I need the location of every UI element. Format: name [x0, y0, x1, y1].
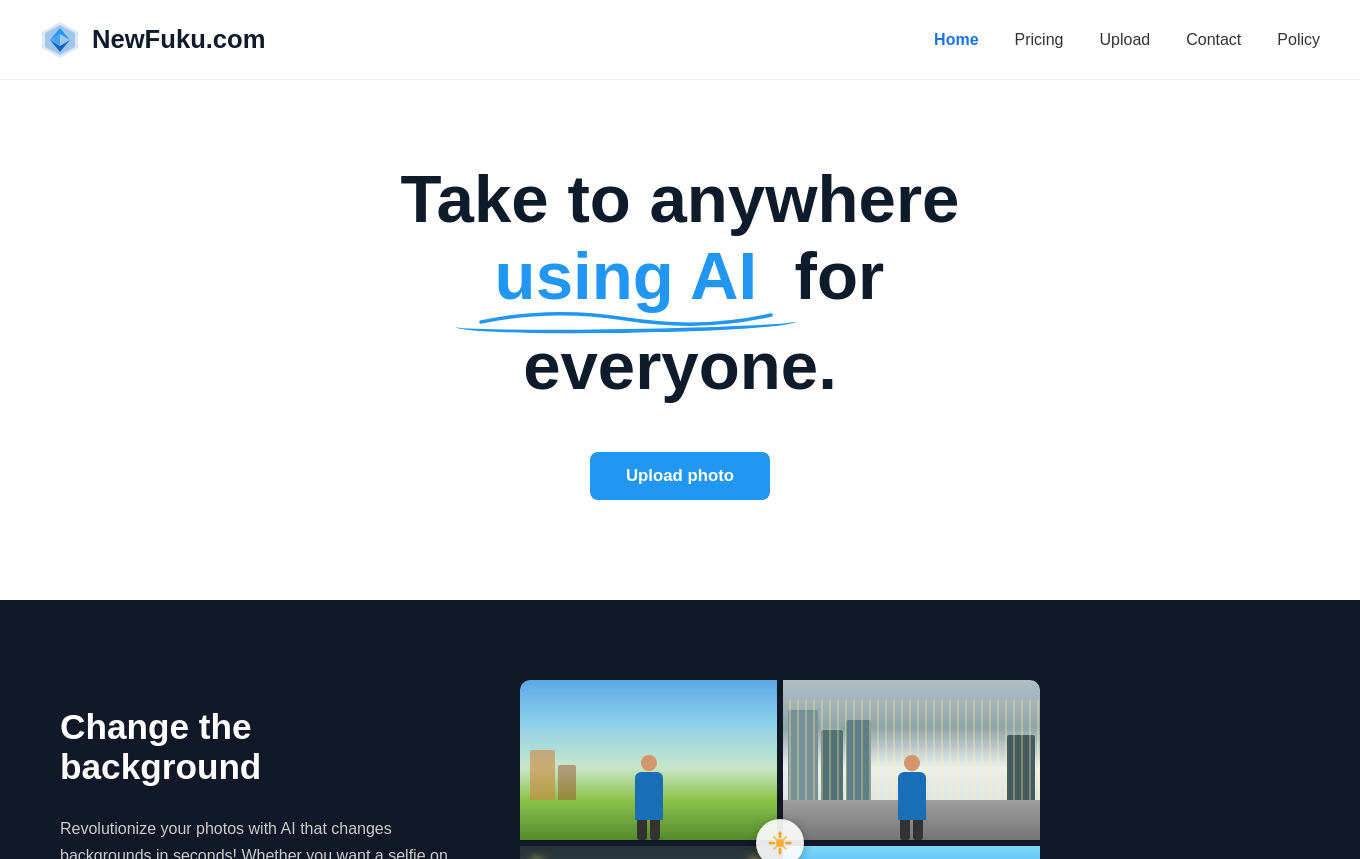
hero-section: Take to anywhere using AI foreveryone. U… [0, 80, 1360, 600]
transform-icon [756, 819, 804, 859]
upload-photo-button[interactable]: Upload photo [590, 452, 770, 500]
features-heading: Change the background [60, 707, 460, 787]
logo-link[interactable]: NewFuku.com [40, 20, 266, 60]
photo-city [783, 680, 1040, 840]
nav-contact[interactable]: Contact [1186, 31, 1241, 48]
logo-icon [40, 20, 80, 60]
logo-text: NewFuku.com [92, 25, 266, 54]
nav-pricing[interactable]: Pricing [1015, 31, 1064, 48]
grid-cell-3 [520, 846, 777, 859]
features-description: Revolutionize your photos with AI that c… [60, 815, 460, 859]
photo-forest [783, 846, 1040, 859]
features-section: Change the background Revolutionize your… [0, 600, 1360, 859]
image-grid-container [520, 680, 1040, 859]
photo-street [520, 846, 777, 859]
nav-upload[interactable]: Upload [1099, 31, 1150, 48]
nav-links: Home Pricing Upload Contact Policy [934, 31, 1320, 49]
photo-outdoor [520, 680, 777, 840]
grid-cell-2 [783, 680, 1040, 840]
person-figure-1 [635, 755, 663, 840]
navbar: NewFuku.com Home Pricing Upload Contact … [0, 0, 1360, 80]
grid-cell-4 [783, 846, 1040, 859]
features-text-block: Change the background Revolutionize your… [60, 707, 460, 859]
hero-title: Take to anywhere using AI foreveryone. [401, 160, 960, 404]
hero-ai-text: using AI [476, 237, 776, 326]
hero-title-part1: Take to anywhere [401, 161, 960, 236]
grid-cell-1 [520, 680, 777, 840]
nav-policy[interactable]: Policy [1277, 31, 1320, 48]
background-examples-grid [520, 680, 1040, 859]
svg-point-2 [776, 839, 784, 847]
person-figure-2 [898, 755, 926, 840]
nav-home[interactable]: Home [934, 31, 978, 48]
arrows-icon [766, 829, 794, 857]
